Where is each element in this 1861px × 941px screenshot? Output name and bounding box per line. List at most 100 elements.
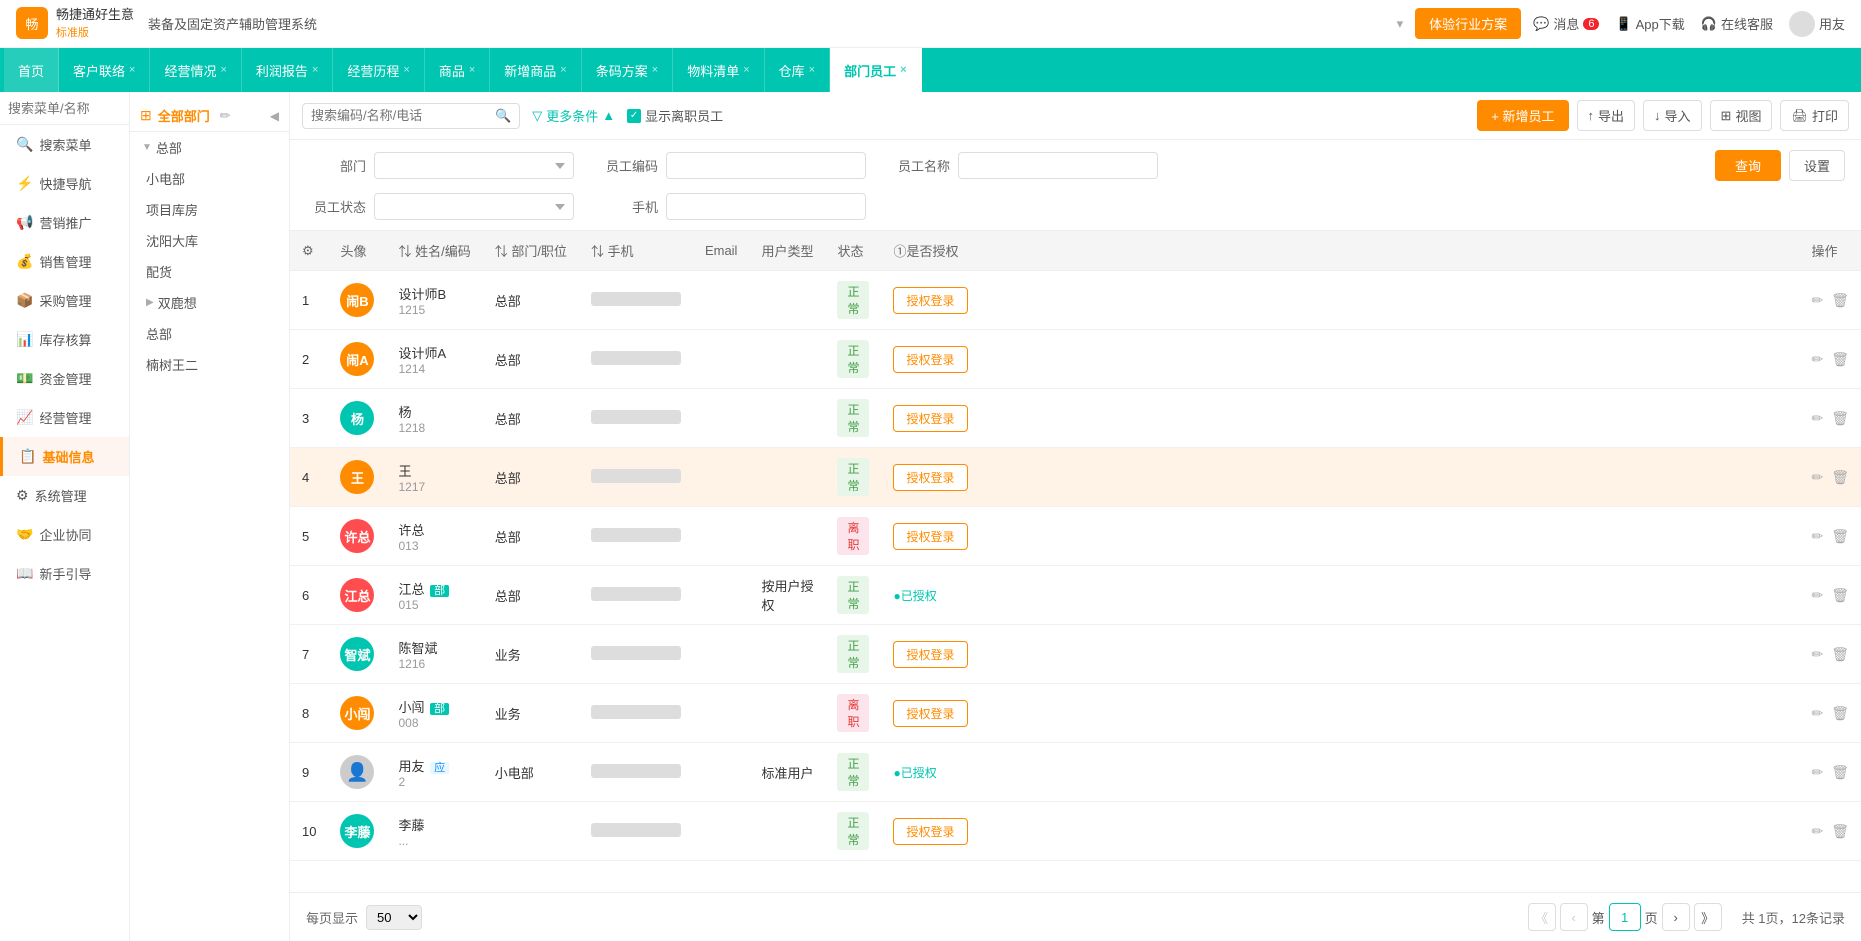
- dept-tree-item-沈阳大库[interactable]: 沈阳大库: [130, 225, 289, 256]
- edit-icon[interactable]: ✏: [1811, 646, 1823, 663]
- col-dept[interactable]: ⇅ 部门/职位: [483, 231, 579, 271]
- delete-icon[interactable]: 🗑: [1831, 646, 1849, 663]
- user-area[interactable]: 用友: [1789, 11, 1845, 37]
- sidebar-item-资金管理[interactable]: 💵资金管理: [0, 359, 129, 398]
- nav-tab-条码方案[interactable]: 条码方案×: [582, 48, 673, 92]
- delete-icon[interactable]: 🗑: [1831, 410, 1849, 427]
- sidebar-item-采购管理[interactable]: 📦采购管理: [0, 281, 129, 320]
- close-tab-icon[interactable]: ×: [469, 64, 475, 76]
- auth-btn[interactable]: 授权登录: [893, 405, 967, 432]
- message-btn[interactable]: 💬 消息 6: [1533, 14, 1599, 33]
- search-submit-btn[interactable]: 查询: [1715, 150, 1781, 181]
- sidebar-item-搜索菜单[interactable]: 🔍搜索菜单: [0, 125, 129, 164]
- edit-icon[interactable]: ✏: [1811, 823, 1823, 840]
- search-input[interactable]: [311, 108, 491, 123]
- dept-tree-item-小电部[interactable]: 小电部: [130, 163, 289, 194]
- sys-dropdown-icon[interactable]: ▾: [1397, 16, 1404, 32]
- close-tab-icon[interactable]: ×: [129, 64, 135, 76]
- next-page-btn[interactable]: ›: [1662, 903, 1690, 931]
- delete-icon[interactable]: 🗑: [1831, 587, 1849, 604]
- auth-btn[interactable]: 授权登录: [893, 523, 967, 550]
- nav-tab-首页[interactable]: 首页: [4, 48, 59, 92]
- sidebar-item-新手引导[interactable]: 📖新手引导: [0, 554, 129, 593]
- edit-icon[interactable]: ✏: [1811, 587, 1823, 604]
- edit-icon[interactable]: ✏: [1811, 528, 1823, 545]
- more-filter-btn[interactable]: ▽ 更多条件 ▲: [532, 106, 615, 125]
- auth-btn[interactable]: 授权登录: [893, 346, 967, 373]
- filter-phone-input[interactable]: [666, 193, 866, 220]
- dept-tree-item-总部[interactable]: ▼总部: [130, 132, 289, 163]
- edit-icon[interactable]: ✏: [1811, 705, 1823, 722]
- edit-icon[interactable]: ✏: [1811, 764, 1823, 781]
- prev-page-btn[interactable]: ‹: [1560, 903, 1588, 931]
- delete-icon[interactable]: 🗑: [1831, 292, 1849, 309]
- close-tab-icon[interactable]: ×: [809, 64, 815, 76]
- filter-dept-select[interactable]: [374, 152, 574, 179]
- online-service-btn[interactable]: 🎧 在线客服: [1701, 14, 1773, 33]
- close-tab-icon[interactable]: ×: [900, 64, 906, 76]
- delete-icon[interactable]: 🗑: [1831, 469, 1849, 486]
- sidebar-item-系统管理[interactable]: ⚙系统管理: [0, 476, 129, 515]
- sidebar-item-库存核算[interactable]: 📊库存核算: [0, 320, 129, 359]
- dept-tree-item-双鹿想[interactable]: ▶双鹿想: [130, 287, 289, 318]
- sidebar-item-经营管理[interactable]: 📈经营管理: [0, 398, 129, 437]
- sidebar-item-基础信息[interactable]: 📋基础信息: [0, 437, 129, 476]
- sidebar-item-销售管理[interactable]: 💰销售管理: [0, 242, 129, 281]
- nav-tab-部门员工[interactable]: 部门员工×: [830, 48, 921, 92]
- sidebar-item-企业协同[interactable]: 🤝企业协同: [0, 515, 129, 554]
- col-name[interactable]: ⇅ 姓名/编码: [386, 231, 482, 271]
- auth-btn[interactable]: 授权登录: [893, 700, 967, 727]
- edit-icon[interactable]: ✏: [1811, 292, 1823, 309]
- import-btn[interactable]: ↓ 导入: [1643, 100, 1702, 131]
- close-tab-icon[interactable]: ×: [312, 64, 318, 76]
- nav-tab-经营历程[interactable]: 经营历程×: [333, 48, 424, 92]
- export-btn[interactable]: ↑ 导出: [1577, 100, 1636, 131]
- col-phone[interactable]: ⇅ 手机: [579, 231, 693, 271]
- sidebar-search-input[interactable]: [8, 101, 130, 116]
- app-download-btn[interactable]: 📱 App下载: [1615, 14, 1684, 33]
- close-tab-icon[interactable]: ×: [743, 64, 749, 76]
- page-size-select[interactable]: 50 100: [366, 905, 422, 930]
- nav-tab-利润报告[interactable]: 利润报告×: [242, 48, 333, 92]
- nav-tab-物料清单[interactable]: 物料清单×: [673, 48, 764, 92]
- nav-tab-新增商品[interactable]: 新增商品×: [490, 48, 581, 92]
- filter-status-select[interactable]: [374, 193, 574, 220]
- first-page-btn[interactable]: 《: [1528, 903, 1556, 931]
- dept-tree-item-楠树王二[interactable]: 楠树王二: [130, 349, 289, 380]
- close-tab-icon[interactable]: ×: [220, 64, 226, 76]
- sidebar-item-营销推广[interactable]: 📢营销推广: [0, 203, 129, 242]
- dept-tree-item-配货[interactable]: 配货: [130, 256, 289, 287]
- col-settings[interactable]: ⚙: [290, 231, 328, 271]
- auth-btn[interactable]: 授权登录: [893, 641, 967, 668]
- delete-icon[interactable]: 🗑: [1831, 351, 1849, 368]
- add-employee-btn[interactable]: + 新增员工: [1477, 100, 1568, 131]
- reset-btn[interactable]: 设置: [1789, 150, 1845, 181]
- dept-edit-icon[interactable]: ✏: [220, 108, 231, 124]
- auth-btn[interactable]: 授权登录: [893, 287, 967, 314]
- last-page-btn[interactable]: 》: [1694, 903, 1722, 931]
- nav-tab-经营情况[interactable]: 经营情况×: [150, 48, 241, 92]
- filter-emp-name-input[interactable]: [958, 152, 1158, 179]
- close-tab-icon[interactable]: ×: [560, 64, 566, 76]
- show-resigned-toggle[interactable]: ✓ 显示离职员工: [627, 106, 723, 125]
- close-tab-icon[interactable]: ×: [403, 64, 409, 76]
- edit-icon[interactable]: ✏: [1811, 410, 1823, 427]
- sidebar-item-快捷导航[interactable]: ⚡快捷导航: [0, 164, 129, 203]
- nav-tab-商品[interactable]: 商品×: [425, 48, 490, 92]
- edit-icon[interactable]: ✏: [1811, 351, 1823, 368]
- resigned-checkbox[interactable]: ✓: [627, 109, 641, 123]
- auth-btn[interactable]: 授权登录: [893, 464, 967, 491]
- auth-btn[interactable]: 授权登录: [893, 818, 967, 845]
- dept-tree-collapse-btn[interactable]: ◀: [270, 109, 279, 123]
- edit-icon[interactable]: ✏: [1811, 469, 1823, 486]
- filter-emp-code-input[interactable]: [666, 152, 866, 179]
- nav-tab-客户联络[interactable]: 客户联络×: [59, 48, 150, 92]
- experience-btn[interactable]: 体验行业方案: [1415, 8, 1521, 39]
- nav-tab-仓库[interactable]: 仓库×: [765, 48, 830, 92]
- close-tab-icon[interactable]: ×: [652, 64, 658, 76]
- dept-tree-item-项目库房[interactable]: 项目库房: [130, 194, 289, 225]
- delete-icon[interactable]: 🗑: [1831, 764, 1849, 781]
- delete-icon[interactable]: 🗑: [1831, 705, 1849, 722]
- delete-icon[interactable]: 🗑: [1831, 823, 1849, 840]
- dept-tree-item-总部[interactable]: 总部: [130, 318, 289, 349]
